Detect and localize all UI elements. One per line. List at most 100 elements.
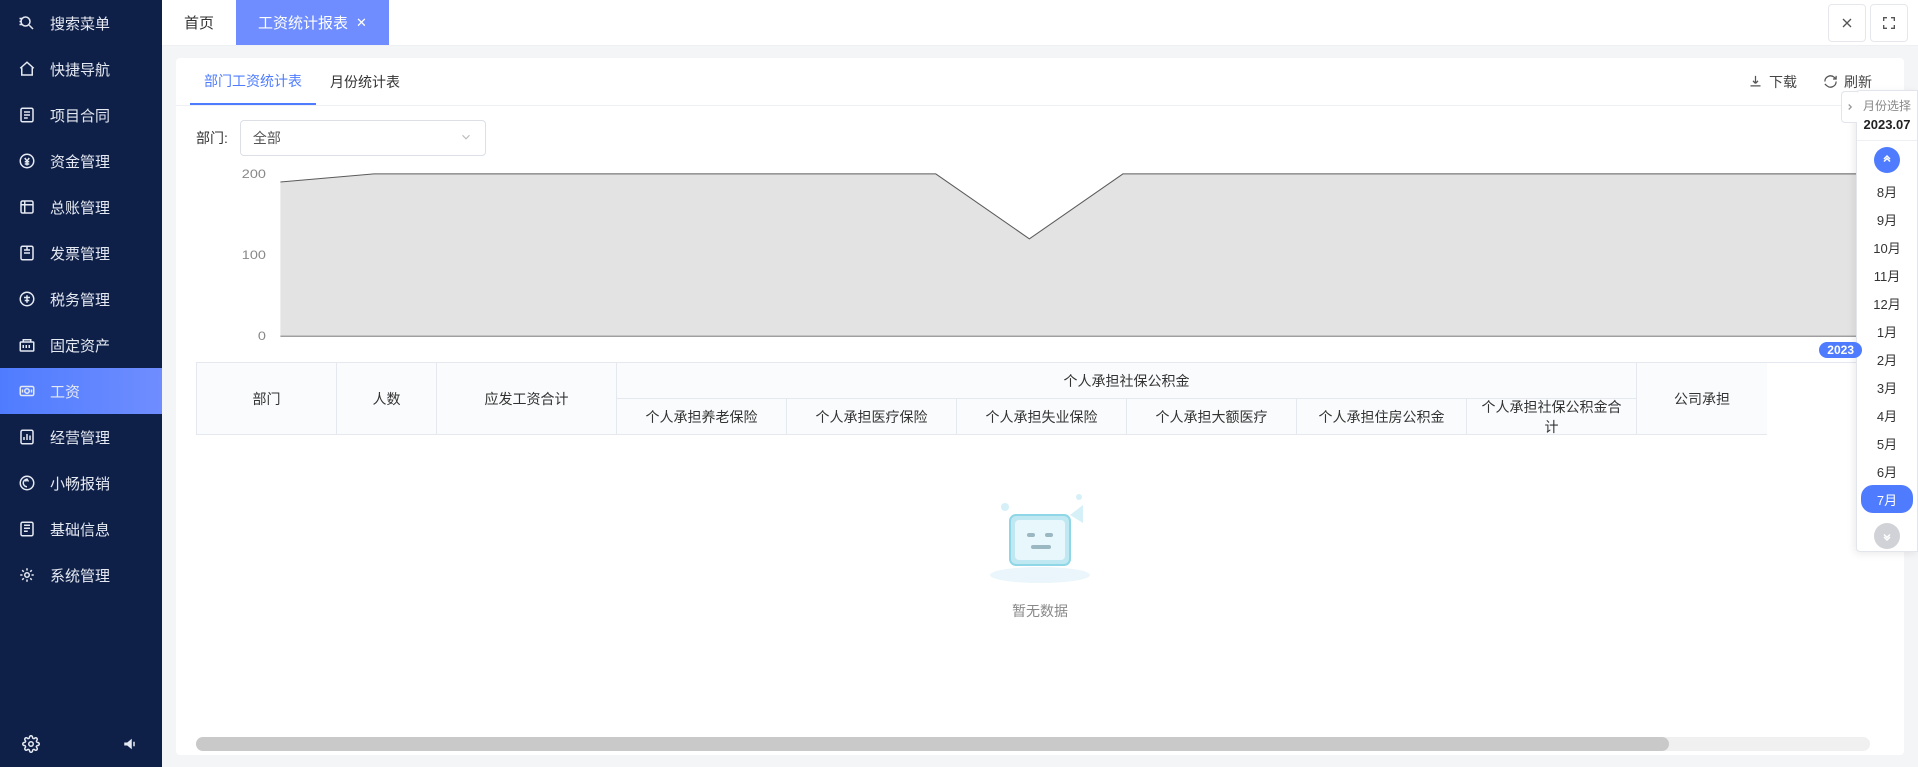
empty-state: 暂无数据 <box>196 435 1884 731</box>
sidebar-item-system[interactable]: 系统管理 <box>0 552 162 598</box>
sidebar-item-ledger[interactable]: 总账管理 <box>0 184 162 230</box>
month-picker-collapse[interactable] <box>1841 91 1857 123</box>
sidebar-item-money[interactable]: 资金管理 <box>0 138 162 184</box>
month-item[interactable]: 11月 <box>1861 261 1913 289</box>
sidebar-item-salary[interactable]: 工资 <box>0 368 162 414</box>
home-icon <box>18 60 36 78</box>
month-item[interactable]: 2月 <box>1861 345 1913 373</box>
sidebar-item-label: 项目合同 <box>50 105 110 126</box>
operate-icon <box>18 428 36 446</box>
dept-select-value: 全部 <box>253 128 281 148</box>
sidebar-item-label: 小畅报销 <box>50 473 110 494</box>
reimburse-icon <box>18 474 36 492</box>
sidebar-item-label: 固定资产 <box>50 335 110 356</box>
main: 首页 工资统计报表 ✕ 部门工资统计表月份统计表 下载 <box>162 0 1918 767</box>
close-icon[interactable]: ✕ <box>356 15 367 31</box>
settings-icon[interactable] <box>22 735 40 753</box>
svg-text:0: 0 <box>258 329 266 342</box>
sidebar-item-invoice[interactable]: 发票管理 <box>0 230 162 276</box>
month-item[interactable]: 6月 <box>1861 457 1913 485</box>
month-item[interactable]: 3月 <box>1861 373 1913 401</box>
sidebar-item-label: 总账管理 <box>50 197 110 218</box>
sub-tabs: 部门工资统计表月份统计表 下载 刷新 <box>176 58 1904 106</box>
empty-illustration-icon <box>975 475 1105 585</box>
month-item[interactable]: 9月 <box>1861 205 1913 233</box>
col-header: 个人承担医疗保险 <box>787 399 957 435</box>
month-item[interactable]: 4月 <box>1861 401 1913 429</box>
tab-0[interactable]: 首页 <box>162 0 236 45</box>
salary-icon <box>18 382 36 400</box>
ledger-icon <box>18 198 36 216</box>
sidebar-item-tax[interactable]: 税务管理 <box>0 276 162 322</box>
sidebar-item-label: 搜索菜单 <box>50 13 110 34</box>
sidebar-item-label: 资金管理 <box>50 151 110 172</box>
month-item[interactable]: 1月 <box>1861 317 1913 345</box>
sidebar-item-home[interactable]: 快捷导航 <box>0 46 162 92</box>
sub-tab-1[interactable]: 月份统计表 <box>316 58 414 105</box>
sidebar-item-label: 税务管理 <box>50 289 110 310</box>
refresh-label: 刷新 <box>1844 72 1872 92</box>
svg-text:200: 200 <box>242 167 266 180</box>
fullscreen-button[interactable] <box>1870 4 1908 42</box>
col-header: 应发工资合计 <box>437 363 617 435</box>
contract-icon <box>18 106 36 124</box>
horizontal-scrollbar[interactable] <box>196 737 1870 751</box>
month-item[interactable]: 7月 <box>1861 485 1913 513</box>
col-header: 部门 <box>197 363 337 435</box>
sidebar-item-operate[interactable]: 经营管理 <box>0 414 162 460</box>
search-icon <box>18 14 36 32</box>
tax-icon <box>18 290 36 308</box>
col-header: 个人承担失业保险 <box>957 399 1127 435</box>
svg-text:100: 100 <box>242 248 266 261</box>
chart-area: 0 100 200 <box>176 162 1904 362</box>
sidebar-item-label: 快捷导航 <box>50 59 110 80</box>
tabs-row: 首页 工资统计报表 ✕ <box>162 0 1918 46</box>
month-picker-current: 2023.07 <box>1864 117 1911 132</box>
sidebar: 搜索菜单快捷导航项目合同资金管理总账管理发票管理税务管理固定资产工资经营管理小畅… <box>0 0 162 767</box>
col-header: 个人承担养老保险 <box>617 399 787 435</box>
system-icon <box>18 566 36 584</box>
sidebar-item-label: 工资 <box>50 381 80 402</box>
empty-text: 暂无数据 <box>1012 601 1068 621</box>
col-header: 个人承担住房公积金 <box>1297 399 1467 435</box>
filter-row: 部门: 全部 <box>176 106 1904 162</box>
sidebar-item-label: 经营管理 <box>50 427 110 448</box>
col-header: 公司承担 <box>1637 363 1767 435</box>
sidebar-item-label: 发票管理 <box>50 243 110 264</box>
tab-label: 工资统计报表 <box>258 12 348 33</box>
col-header: 个人承担大额医疗 <box>1127 399 1297 435</box>
month-item[interactable]: 10月 <box>1861 233 1913 261</box>
dept-label: 部门: <box>196 128 228 148</box>
base-icon <box>18 520 36 538</box>
month-scroll-up[interactable] <box>1874 147 1900 173</box>
month-item[interactable]: 5月 <box>1861 429 1913 457</box>
year-badge: 2023 <box>1819 342 1862 358</box>
sidebar-item-label: 基础信息 <box>50 519 110 540</box>
month-scroll-down[interactable] <box>1874 523 1900 549</box>
asset-icon <box>18 336 36 354</box>
chevron-down-icon <box>459 130 473 147</box>
sidebar-item-asset[interactable]: 固定资产 <box>0 322 162 368</box>
sidebar-item-search[interactable]: 搜索菜单 <box>0 0 162 46</box>
month-item[interactable]: 12月 <box>1861 289 1913 317</box>
col-header: 人数 <box>337 363 437 435</box>
month-item[interactable]: 8月 <box>1861 177 1913 205</box>
tab-1[interactable]: 工资统计报表 ✕ <box>236 0 389 45</box>
invoice-icon <box>18 244 36 262</box>
dept-select[interactable]: 全部 <box>240 120 486 156</box>
month-picker: 月份选择 2023.07 8月9月10月11月12月1月2月3月4月5月6月7月 <box>1856 90 1918 552</box>
close-tab-button[interactable] <box>1828 4 1866 42</box>
download-button[interactable]: 下载 <box>1748 72 1797 92</box>
collapse-sidebar-icon[interactable] <box>122 735 140 753</box>
sub-tab-0[interactable]: 部门工资统计表 <box>190 58 316 105</box>
tab-label: 首页 <box>184 12 214 33</box>
scrollbar-thumb[interactable] <box>196 737 1669 751</box>
table: 部门人数应发工资合计个人承担社保公积金个人承担养老保险个人承担医疗保险个人承担失… <box>176 362 1904 755</box>
money-icon <box>18 152 36 170</box>
sidebar-item-contract[interactable]: 项目合同 <box>0 92 162 138</box>
col-header: 个人承担社保公积金合计 <box>1467 399 1637 435</box>
sidebar-item-label: 系统管理 <box>50 565 110 586</box>
sidebar-item-base[interactable]: 基础信息 <box>0 506 162 552</box>
refresh-button[interactable]: 刷新 <box>1823 72 1872 92</box>
sidebar-item-reimburse[interactable]: 小畅报销 <box>0 460 162 506</box>
